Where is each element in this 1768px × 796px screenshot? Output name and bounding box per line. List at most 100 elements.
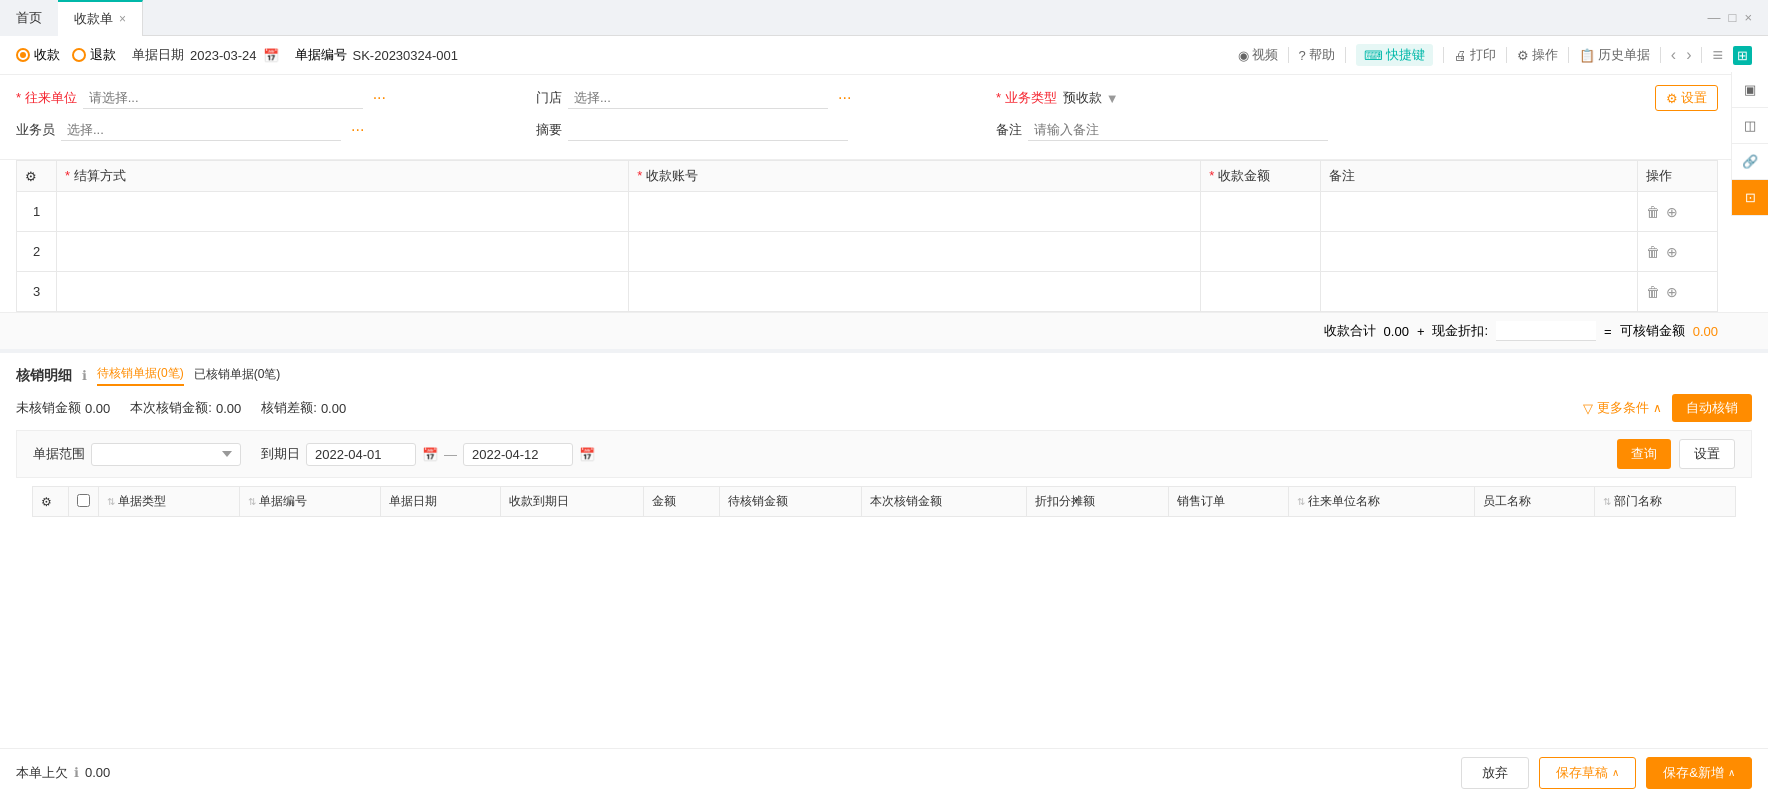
cal-from-icon[interactable]: 📅 — [422, 447, 438, 462]
save-new-btn[interactable]: 保存&新增 ∧ — [1646, 757, 1752, 789]
row-2-settle[interactable] — [57, 232, 629, 272]
row-1-num: 1 — [17, 192, 57, 232]
btcol-checkbox[interactable] — [69, 487, 99, 517]
select-all-checkbox[interactable] — [77, 494, 90, 507]
sidebar-link-icon-btn[interactable]: 🔗 — [1732, 144, 1768, 180]
row-3-account[interactable] — [629, 272, 1201, 312]
row-3-settle[interactable] — [57, 272, 629, 312]
ops-btn[interactable]: ⚙ 操作 — [1517, 46, 1558, 64]
row-1-copy-icon[interactable]: ⊕ — [1666, 204, 1678, 220]
radio-shou[interactable]: 收款 — [16, 46, 60, 64]
btcol-staff: 员工名称 — [1474, 487, 1594, 517]
window-maximize-icon[interactable]: □ — [1729, 10, 1737, 25]
row-3-amount[interactable] — [1201, 272, 1321, 312]
date-value[interactable]: 2023-03-24 — [190, 48, 257, 63]
number-value[interactable]: SK-20230324-001 — [353, 48, 459, 63]
current-value: 0.00 — [216, 401, 241, 416]
discount-input[interactable] — [1496, 321, 1596, 341]
row-1-account[interactable] — [629, 192, 1201, 232]
help-icon: ? — [1299, 48, 1306, 63]
row-3-delete-icon[interactable]: 🗑 — [1646, 284, 1660, 300]
save-draft-btn[interactable]: 保存草稿 ∧ — [1539, 757, 1636, 789]
sidebar-table-icon-btn[interactable]: ▣ — [1732, 72, 1768, 108]
biz-type-field: * 业务类型 预收款 ▼ ⚙ 设置 — [996, 85, 1718, 111]
help-btn[interactable]: ? 帮助 — [1299, 46, 1335, 64]
plus-sign: + — [1417, 324, 1425, 339]
radio-tui[interactable]: 退款 — [72, 46, 116, 64]
counterparty-more-btn[interactable]: ··· — [373, 89, 386, 107]
window-close-icon[interactable]: × — [1744, 10, 1752, 25]
row-2-copy-icon[interactable]: ⊕ — [1666, 244, 1678, 260]
col-settle-header: * 结算方式 — [57, 161, 629, 192]
save-draft-arrow-icon: ∧ — [1612, 767, 1619, 778]
sort-company-icon[interactable]: ⇅ — [1297, 496, 1305, 507]
query-btn[interactable]: 查询 — [1617, 439, 1671, 469]
date-to-input[interactable] — [463, 443, 573, 466]
biz-type-label: * 业务类型 — [996, 89, 1057, 107]
staff-more-btn[interactable]: ··· — [351, 121, 364, 139]
row-2-num: 2 — [17, 232, 57, 272]
sidebar-active-icon-btn[interactable]: ⊡ — [1732, 180, 1768, 216]
shop-more-btn[interactable]: ··· — [838, 89, 851, 107]
tab-home[interactable]: 首页 — [0, 0, 58, 36]
tab-bar: 首页 收款单 × — □ × — [0, 0, 1768, 36]
form-settings-btn[interactable]: ⚙ 设置 — [1655, 85, 1718, 111]
row-1-amount[interactable] — [1201, 192, 1321, 232]
sort-dept-icon[interactable]: ⇅ — [1603, 496, 1611, 507]
btcol-gear[interactable]: ⚙ — [33, 487, 69, 517]
footer-info-icon[interactable]: ℹ — [74, 765, 79, 780]
sort-number-icon[interactable]: ⇅ — [248, 496, 256, 507]
footer-left: 本单上欠 ℹ 0.00 — [16, 764, 110, 782]
history-btn[interactable]: 📋 历史单据 — [1579, 46, 1650, 64]
more-filter-btn[interactable]: ▽ 更多条件 ∧ — [1583, 399, 1662, 417]
view-grid-icon[interactable]: ⊞ — [1733, 46, 1752, 65]
sidebar-doc-icon-btn[interactable]: ◫ — [1732, 108, 1768, 144]
row-3-copy-icon[interactable]: ⊕ — [1666, 284, 1678, 300]
row-2-delete-icon[interactable]: 🗑 — [1646, 244, 1660, 260]
view-list-icon[interactable]: ≡ — [1712, 45, 1723, 66]
nav-next-icon[interactable]: › — [1686, 46, 1691, 64]
shop-input[interactable] — [568, 87, 828, 109]
hexiao-stats-row: 未核销金额 0.00 本次核销金额: 0.00 核销差额: 0.00 ▽ 更多条… — [16, 394, 1752, 422]
biz-type-select[interactable]: 预收款 ▼ — [1063, 89, 1649, 107]
col-amount-header: * 收款金额 — [1201, 161, 1321, 192]
calendar-icon[interactable]: 📅 — [263, 48, 279, 63]
video-btn[interactable]: ◉ 视频 — [1238, 46, 1278, 64]
range-select[interactable] — [91, 443, 241, 466]
abandon-btn[interactable]: 放弃 — [1461, 757, 1529, 789]
done-tab[interactable]: 已核销单据(0笔) — [194, 366, 281, 385]
row-1-delete-icon[interactable]: 🗑 — [1646, 204, 1660, 220]
pending-tab[interactable]: 待核销单据(0笔) — [97, 365, 184, 386]
row-2-remark[interactable] — [1321, 232, 1638, 272]
nav-prev-icon[interactable]: ‹ — [1671, 46, 1676, 64]
range-filter-field: 单据范围 — [33, 443, 241, 466]
print-btn[interactable]: 🖨 打印 — [1454, 46, 1496, 64]
diff-value: 0.00 — [321, 401, 346, 416]
row-1-remark[interactable] — [1321, 192, 1638, 232]
table-row: 2 🗑 ⊕ — [17, 232, 1718, 272]
row-2-account[interactable] — [629, 232, 1201, 272]
staff-input[interactable] — [61, 119, 341, 141]
row-1-settle[interactable] — [57, 192, 629, 232]
auto-hexiao-btn[interactable]: 自动核销 — [1672, 394, 1752, 422]
footer-right: 放弃 保存草稿 ∧ 保存&新增 ∧ — [1461, 757, 1752, 789]
tab-close-icon[interactable]: × — [119, 12, 126, 26]
row-2-amount[interactable] — [1201, 232, 1321, 272]
cal-to-icon[interactable]: 📅 — [579, 447, 595, 462]
filter-settings-btn[interactable]: 设置 — [1679, 439, 1735, 469]
col-gear-header[interactable]: ⚙ — [17, 161, 57, 192]
window-minimize-icon[interactable]: — — [1708, 10, 1721, 25]
hexiao-info-icon[interactable]: ℹ — [82, 368, 87, 383]
date-from-input[interactable] — [306, 443, 416, 466]
shortcut-btn[interactable]: ⌨ 快捷键 — [1356, 44, 1433, 66]
tab-active-shoukuan[interactable]: 收款单 × — [58, 0, 143, 36]
remark-input[interactable] — [1028, 119, 1328, 141]
save-new-arrow-icon: ∧ — [1728, 767, 1735, 778]
row-3-num: 3 — [17, 272, 57, 312]
sort-type-icon[interactable]: ⇅ — [107, 496, 115, 507]
total-label: 收款合计 — [1324, 322, 1376, 340]
counterparty-input[interactable] — [83, 87, 363, 109]
summary-input[interactable] — [568, 119, 848, 141]
row-3-remark[interactable] — [1321, 272, 1638, 312]
unchecked-label: 未核销金额 — [16, 399, 81, 417]
